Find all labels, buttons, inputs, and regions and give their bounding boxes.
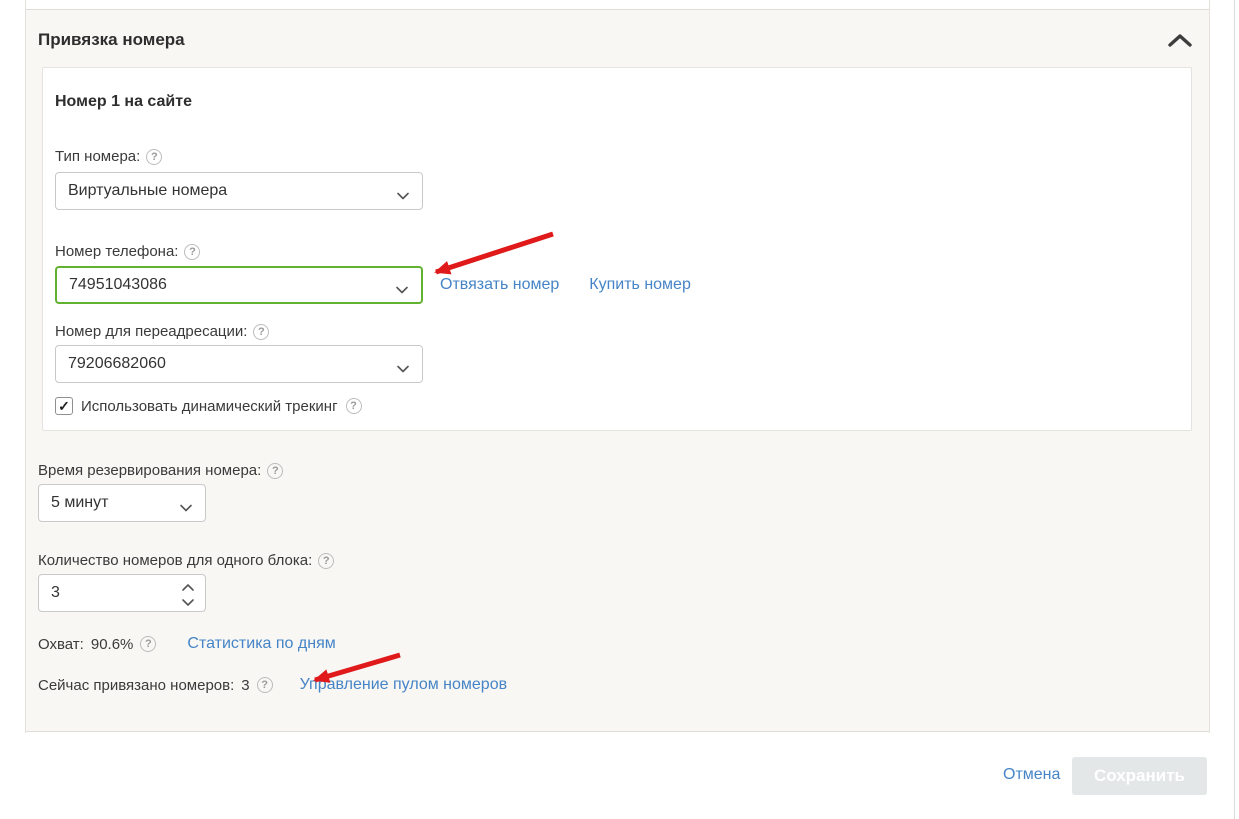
stepper-down-icon[interactable]	[181, 594, 195, 606]
cancel-button[interactable]: Отмена	[1003, 766, 1060, 784]
site-number-card: Номер 1 на сайте Тип номера: ? Виртуальн…	[42, 67, 1192, 431]
number-stepper	[181, 579, 195, 606]
buy-number-link[interactable]: Купить номер	[589, 276, 691, 294]
help-icon[interactable]: ?	[345, 398, 362, 414]
phone-number-select[interactable]: 74951043086	[55, 266, 423, 304]
bound-numbers-value: 3	[241, 676, 250, 694]
previous-section-edge	[26, 0, 1209, 10]
stepper-up-icon[interactable]	[181, 579, 195, 591]
number-type-label: Тип номера:	[55, 148, 141, 165]
help-icon[interactable]: ?	[318, 552, 335, 569]
dynamic-tracking-label: Использовать динамический трекинг	[81, 397, 338, 415]
help-icon[interactable]: ?	[256, 677, 273, 693]
chevron-up-icon	[1168, 34, 1192, 47]
number-type-value: Виртуальные номера	[68, 182, 228, 199]
chevron-down-icon	[397, 187, 409, 205]
save-button[interactable]: Сохранить	[1072, 757, 1207, 795]
chevron-down-icon	[397, 360, 409, 378]
number-type-select[interactable]: Виртуальные номера	[55, 172, 423, 210]
phone-number-label: Номер телефона:	[55, 243, 179, 260]
coverage-value: 90.6%	[90, 635, 134, 653]
phone-number-value: 74951043086	[69, 276, 167, 293]
page-right-divider	[1234, 0, 1235, 819]
chevron-down-icon	[396, 281, 408, 299]
reserve-time-label: Время резервирования номера:	[38, 462, 262, 479]
bound-numbers-label: Сейчас привязано номеров:	[38, 676, 235, 694]
help-icon[interactable]: ?	[140, 636, 157, 652]
settings-accordion: Привязка номера Номер 1 на сайте Тип ном…	[25, 0, 1210, 733]
forward-number-value: 79206682060	[68, 355, 166, 372]
block-count-value: 3	[51, 584, 60, 601]
coverage-label: Охват:	[38, 635, 84, 653]
help-icon[interactable]: ?	[146, 148, 163, 165]
help-icon[interactable]: ?	[253, 323, 270, 340]
number-binding-section: Привязка номера Номер 1 на сайте Тип ном…	[26, 10, 1209, 732]
number-pool-link[interactable]: Управление пулом номеров	[300, 676, 508, 694]
reserve-time-value: 5 минут	[51, 494, 109, 511]
forward-number-select[interactable]: 79206682060	[55, 345, 423, 383]
card-title: Номер 1 на сайте	[55, 93, 192, 110]
block-count-input[interactable]: 3	[38, 574, 206, 612]
number-binding-settings-page: Привязка номера Номер 1 на сайте Тип ном…	[0, 0, 1239, 819]
help-icon[interactable]: ?	[267, 462, 284, 479]
reserve-time-select[interactable]: 5 минут	[38, 484, 206, 522]
help-icon[interactable]: ?	[184, 243, 201, 260]
collapse-section-button[interactable]	[1167, 32, 1193, 48]
unbind-number-link[interactable]: Отвязать номер	[440, 276, 559, 294]
chevron-down-icon	[180, 499, 192, 517]
section-title: Привязка номера	[38, 30, 185, 49]
forward-number-label: Номер для переадресации:	[55, 323, 248, 340]
daily-stats-link[interactable]: Статистика по дням	[187, 635, 335, 653]
block-count-label: Количество номеров для одного блока:	[38, 552, 313, 569]
dynamic-tracking-checkbox[interactable]: ✓	[55, 397, 73, 415]
